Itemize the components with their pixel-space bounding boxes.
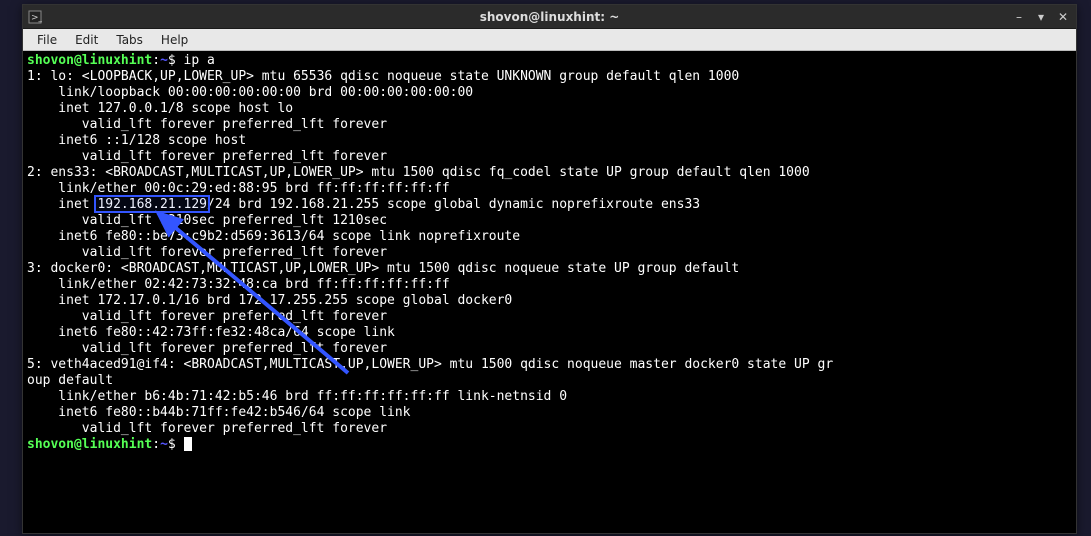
prompt-path: ~ [160,53,168,68]
prompt-colon: : [152,53,160,68]
menu-edit[interactable]: Edit [67,31,106,49]
prompt-path: ~ [160,437,168,452]
output-line: inet 192.168.21.129/24 brd 192.168.21.25… [27,197,1072,213]
output-line: link/ether 00:0c:29:ed:88:95 brd ff:ff:f… [27,181,1072,197]
minimize-button[interactable]: – [1012,10,1026,24]
output-line: valid_lft forever preferred_lft forever [27,149,1072,165]
output-line: inet 172.17.0.1/16 brd 172.17.255.255 sc… [27,293,1072,309]
output-line: inet6 fe80::42:73ff:fe32:48ca/64 scope l… [27,325,1072,341]
maximize-button[interactable]: ▾ [1034,10,1048,24]
output-line: link/ether 02:42:73:32:48:ca brd ff:ff:f… [27,277,1072,293]
window-controls: – ▾ ✕ [1012,10,1076,24]
cursor [184,437,192,451]
menu-file[interactable]: File [29,31,65,49]
terminal-window: >_ shovon@linuxhint: ~ – ▾ ✕ File Edit T… [22,4,1077,534]
output-line: valid_lft forever preferred_lft forever [27,117,1072,133]
output-line: link/ether b6:4b:71:42:b5:46 brd ff:ff:f… [27,389,1072,405]
svg-text:>_: >_ [31,13,42,23]
prompt-user: shovon@linuxhint [27,53,152,68]
close-button[interactable]: ✕ [1056,10,1070,24]
window-title: shovon@linuxhint: ~ [23,10,1076,24]
menubar: File Edit Tabs Help [23,29,1076,51]
output-line: inet6 fe80::b44b:71ff:fe42:b546/64 scope… [27,405,1072,421]
output-line: 5: veth4aced91@if4: <BROADCAST,MULTICAST… [27,357,1072,373]
command-text: ip a [184,53,215,68]
prompt-user: shovon@linuxhint [27,437,152,452]
prompt-dollar: $ [168,437,184,452]
terminal-line: shovon@linuxhint:~$ [27,437,1072,453]
titlebar[interactable]: >_ shovon@linuxhint: ~ – ▾ ✕ [23,5,1076,29]
output-line: 1: lo: <LOOPBACK,UP,LOWER_UP> mtu 65536 … [27,69,1072,85]
output-line: valid_lft 1210sec preferred_lft 1210sec [27,213,1072,229]
output-line: inet6 fe80::be73:c9b2:d569:3613/64 scope… [27,229,1072,245]
menu-tabs[interactable]: Tabs [108,31,151,49]
output-line: oup default [27,373,1072,389]
prompt-dollar: $ [168,53,184,68]
output-line: valid_lft forever preferred_lft forever [27,245,1072,261]
output-line: 3: docker0: <BROADCAST,MULTICAST,UP,LOWE… [27,261,1072,277]
terminal-area[interactable]: shovon@linuxhint:~$ ip a1: lo: <LOOPBACK… [23,51,1076,533]
output-line: link/loopback 00:00:00:00:00:00 brd 00:0… [27,85,1072,101]
prompt-colon: : [152,437,160,452]
menu-help[interactable]: Help [153,31,196,49]
output-line: inet6 ::1/128 scope host [27,133,1072,149]
output-line: valid_lft forever preferred_lft forever [27,421,1072,437]
output-line: valid_lft forever preferred_lft forever [27,309,1072,325]
output-line: 2: ens33: <BROADCAST,MULTICAST,UP,LOWER_… [27,165,1072,181]
output-line: inet 127.0.0.1/8 scope host lo [27,101,1072,117]
terminal-line: shovon@linuxhint:~$ ip a [27,53,1072,69]
app-icon: >_ [27,9,43,25]
output-line: valid_lft forever preferred_lft forever [27,341,1072,357]
